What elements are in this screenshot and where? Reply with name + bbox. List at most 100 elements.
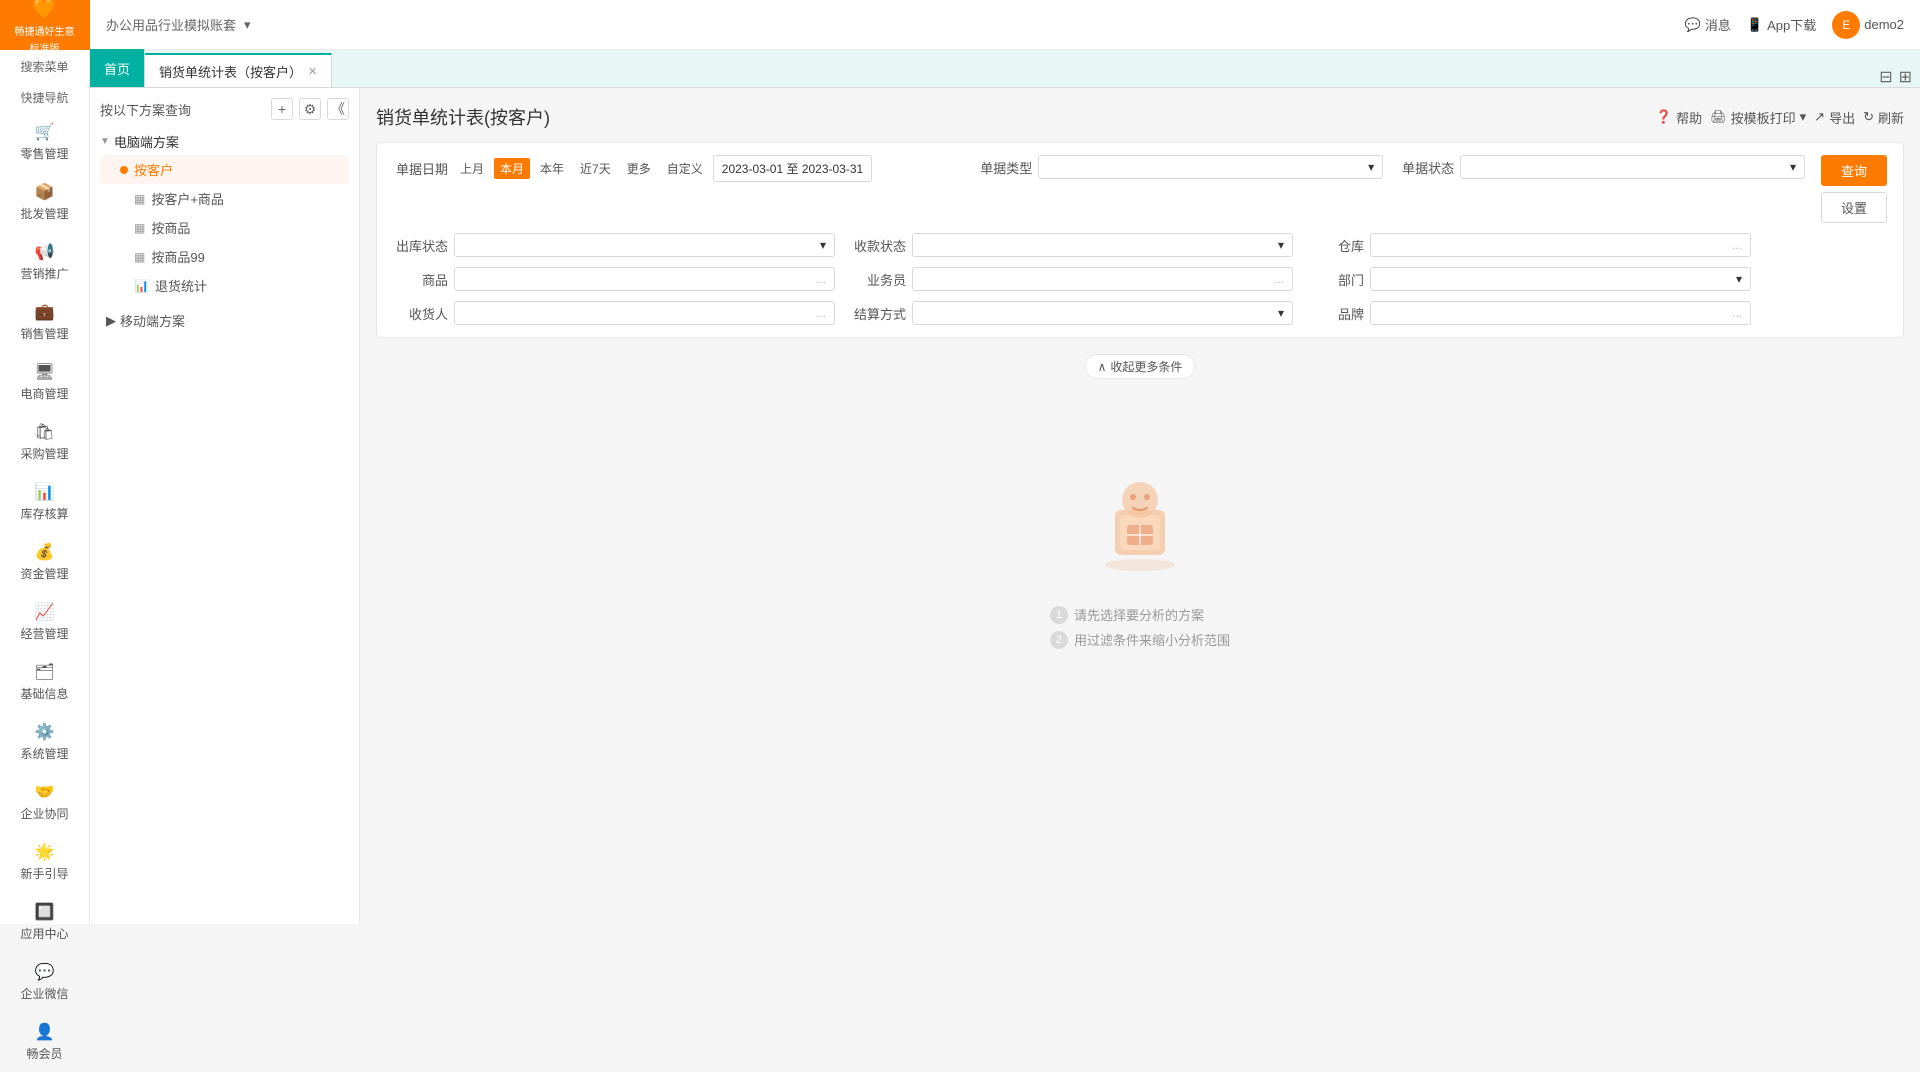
- dept-select[interactable]: ▾: [1370, 267, 1751, 291]
- tab-sales-stat[interactable]: 销货单统计表（按客户） ✕: [145, 53, 332, 87]
- type-select[interactable]: ▾: [1038, 155, 1383, 179]
- desktop-group-label: 电脑端方案: [114, 132, 179, 151]
- scheme-by-customer-product[interactable]: ▦ 按客户+商品: [114, 184, 349, 213]
- scheme-by-customer-label: 按客户: [134, 160, 173, 179]
- payment-label: 结算方式: [851, 304, 906, 323]
- sidebar-item-shortcut[interactable]: 快捷导航: [0, 83, 89, 112]
- date-range-text: 2023-03-01 至 2023-03-31: [722, 160, 863, 177]
- date-tag-7days[interactable]: 近7天: [574, 158, 617, 179]
- active-dot-icon: [120, 166, 128, 174]
- date-tag-last-month[interactable]: 上月: [454, 158, 490, 179]
- out-status-arrow: ▾: [820, 238, 826, 252]
- query-button[interactable]: 查询: [1821, 155, 1887, 186]
- date-range-input[interactable]: 2023-03-01 至 2023-03-31: [713, 155, 872, 182]
- sidebar-item-retail[interactable]: 🛒 零售管理: [0, 112, 89, 172]
- product-input[interactable]: ...: [454, 267, 835, 291]
- tip-text-1: 请先选择要分析的方案: [1074, 605, 1204, 624]
- date-tag-this-year[interactable]: 本年: [534, 158, 570, 179]
- tab-minimize-icon[interactable]: ⊟: [1879, 67, 1892, 87]
- sidebar-item-wholesale[interactable]: 📦 批发管理: [0, 172, 89, 232]
- sidebar-item-member[interactable]: 👤 畅会员: [0, 1012, 89, 1072]
- sidebar-item-basic[interactable]: 🗂 基础信息: [0, 652, 89, 712]
- sidebar-item-marketing[interactable]: 📢 营销推广: [0, 232, 89, 292]
- sidebar-item-ecommerce[interactable]: 🖥 电商管理: [0, 352, 89, 412]
- collapse-bar: ∧ 收起更多条件: [376, 348, 1904, 385]
- avatar-initials: E: [1842, 18, 1850, 32]
- settings-button[interactable]: 设置: [1821, 192, 1887, 223]
- export-button[interactable]: ↗ 导出: [1814, 108, 1855, 127]
- receiver-input[interactable]: ...: [454, 301, 835, 325]
- sales-icon: 💼: [35, 302, 55, 322]
- date-tag-more[interactable]: 更多: [621, 158, 657, 179]
- tab-actions: ⊟ ⊞: [1879, 67, 1920, 87]
- topbar-user[interactable]: E demo2: [1832, 11, 1904, 39]
- payment-arrow: ▾: [1278, 306, 1284, 320]
- pay-status-select[interactable]: ▾: [912, 233, 1293, 257]
- add-icon: +: [278, 101, 286, 117]
- sidebar-item-sales[interactable]: 💼 销售管理: [0, 292, 89, 352]
- sidebar-item-system[interactable]: ⚙️ 系统管理: [0, 712, 89, 772]
- topbar-right: 💬 消息 📱 App下载 E demo2: [1685, 11, 1904, 39]
- sidebar-item-inventory[interactable]: 📊 库存核算: [0, 472, 89, 532]
- right-panel: 销货单统计表(按客户) ❓ 帮助 🖨 按模板打印 ▾ ↗ 导出: [360, 88, 1920, 924]
- sidebar-item-wechat[interactable]: 💬 企业微信: [0, 952, 89, 1012]
- collapse-button[interactable]: ∧ 收起更多条件: [1085, 354, 1196, 379]
- refresh-button[interactable]: ↻ 刷新: [1863, 108, 1904, 127]
- tab-maximize-icon[interactable]: ⊞: [1899, 67, 1912, 87]
- dept-label: 部门: [1309, 270, 1364, 289]
- inventory-icon: 📊: [35, 482, 55, 502]
- scheme-by-product-99-label: 按商品99: [151, 247, 204, 266]
- sidebar-item-newbie[interactable]: 🌟 新手引导: [0, 832, 89, 892]
- tip-num-2: 2: [1050, 631, 1068, 649]
- salesman-label: 业务员: [851, 270, 906, 289]
- logo[interactable]: 🧡 畅捷通好生意 标准版: [0, 0, 90, 50]
- type-control[interactable]: ▾: [1038, 155, 1383, 179]
- wechat-label: 企业微信: [20, 985, 68, 1002]
- status-select[interactable]: ▾: [1460, 155, 1805, 179]
- left-panel-title: 按以下方案查询: [100, 100, 191, 119]
- date-tag-custom[interactable]: 自定义: [661, 158, 709, 179]
- brand-input[interactable]: ...: [1370, 301, 1751, 325]
- topbar-dropdown[interactable]: ▾: [244, 17, 251, 33]
- scheme-by-customer[interactable]: 按客户: [100, 155, 349, 184]
- retail-label: 零售管理: [20, 145, 68, 162]
- sidebar-item-finance[interactable]: 💰 资金管理: [0, 532, 89, 592]
- date-tag-this-month[interactable]: 本月: [494, 158, 530, 179]
- tab-home[interactable]: 首页: [90, 49, 145, 87]
- bar-icon: 📊: [134, 279, 149, 293]
- scheme-refund-stat[interactable]: 📊 退货统计: [114, 271, 349, 300]
- topbar-app-download[interactable]: 📱 App下载: [1747, 15, 1816, 34]
- sidebar-item-purchase[interactable]: 🛍 采购管理: [0, 412, 89, 472]
- content-area: 按以下方案查询 + ⚙ 《 ▼ 电脑端方案: [90, 88, 1920, 924]
- payment-select[interactable]: ▾: [912, 301, 1293, 325]
- date-tags: 上月 本月 本年 近7天 更多 自定义: [454, 158, 709, 179]
- salesman-input[interactable]: ...: [912, 267, 1293, 291]
- out-status-select[interactable]: ▾: [454, 233, 835, 257]
- scheme-by-product[interactable]: ▦ 按商品: [114, 213, 349, 242]
- sidebar-item-search[interactable]: 搜索菜单: [0, 50, 89, 83]
- salesman-ellipsis: ...: [1274, 272, 1284, 286]
- sidebar-item-operations[interactable]: 📈 经营管理: [0, 592, 89, 652]
- status-control[interactable]: ▾: [1460, 155, 1805, 179]
- add-scheme-button[interactable]: +: [271, 98, 293, 120]
- grid-icon-2: ▦: [134, 221, 145, 235]
- sidebar-item-apps[interactable]: 🔲 应用中心: [0, 892, 89, 952]
- left-panel-actions: + ⚙ 《: [271, 98, 349, 120]
- sidebar-item-enterprise[interactable]: 🤝 企业协同: [0, 772, 89, 832]
- tip-text-2: 用过滤条件来缩小分析范围: [1074, 630, 1230, 649]
- scheme-settings-button[interactable]: ⚙: [299, 98, 321, 120]
- print-button[interactable]: 🖨 按模板打印 ▾: [1710, 108, 1806, 127]
- scheme-by-product-99[interactable]: ▦ 按商品99: [114, 242, 349, 271]
- mobile-group-arrow: ▶: [106, 313, 116, 329]
- mobile-group-title[interactable]: ▶ 移动端方案: [100, 306, 349, 335]
- tab-sales-stat-label: 销货单统计表（按客户）: [159, 62, 302, 81]
- help-button[interactable]: ❓ 帮助: [1656, 108, 1702, 127]
- topbar-message[interactable]: 💬 消息: [1685, 15, 1731, 34]
- type-label: 单据类型: [977, 158, 1032, 177]
- collapse-panel-button[interactable]: 《: [327, 98, 349, 120]
- app-download-icon: 📱: [1747, 17, 1763, 33]
- desktop-group-title[interactable]: ▼ 电脑端方案: [100, 128, 349, 155]
- warehouse-input[interactable]: ...: [1370, 233, 1751, 257]
- tab-close-sales-stat[interactable]: ✕: [308, 65, 317, 78]
- empty-state: 1 请先选择要分析的方案 2 用过滤条件来缩小分析范围: [376, 385, 1904, 695]
